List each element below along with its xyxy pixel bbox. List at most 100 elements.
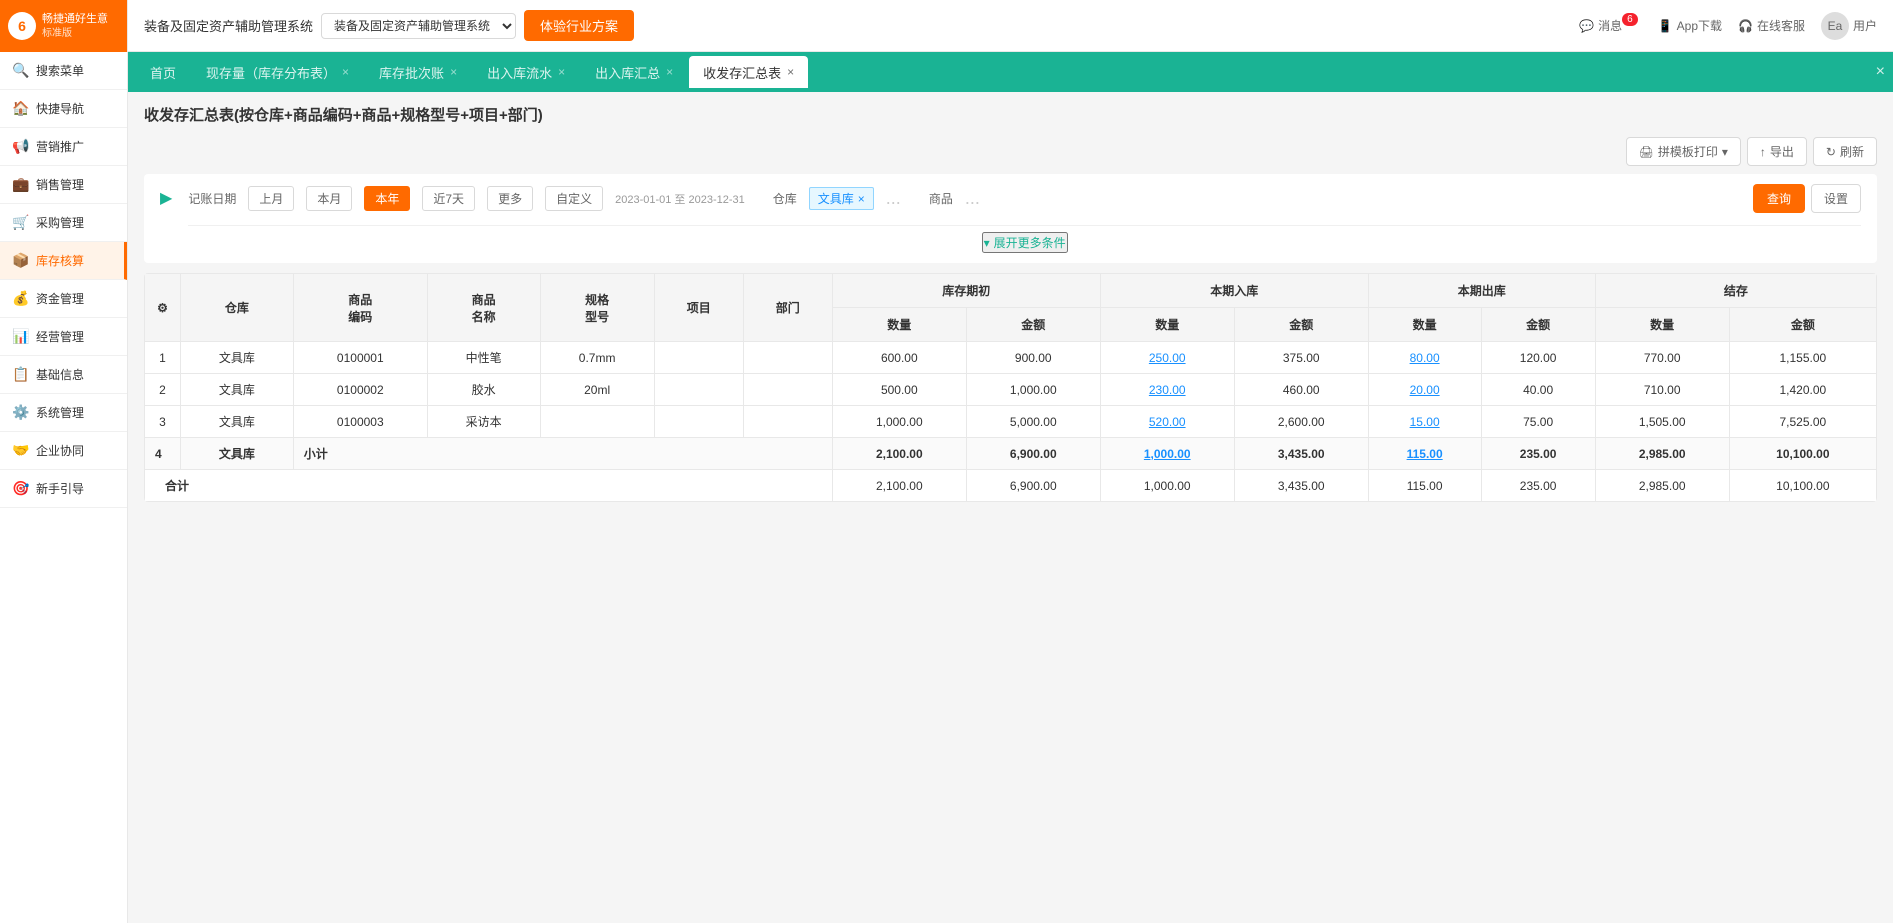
row-open-amt: 1,000.00	[966, 374, 1100, 406]
tab-inout-flow[interactable]: 出入库流水 ×	[473, 56, 579, 88]
row-open-amt: 5,000.00	[966, 406, 1100, 438]
date-btn-更多[interactable]: 更多	[487, 186, 533, 211]
refresh-button[interactable]: ↻ 刷新	[1813, 137, 1877, 166]
row-out-qty[interactable]: 80.00	[1368, 342, 1481, 374]
print-button[interactable]: 🖨 拼模板打印 ▾	[1626, 137, 1741, 166]
tab-close-icon[interactable]: ×	[450, 65, 457, 79]
sub-warehouse: 文具库	[181, 438, 294, 470]
date-btn-自定义[interactable]: 自定义	[545, 186, 603, 211]
tab-batch[interactable]: 库存批次账×	[365, 56, 471, 88]
online-service-item[interactable]: 🎧 在线客服	[1738, 17, 1805, 34]
total-open-amt: 6,900.00	[966, 470, 1100, 502]
total-out-amt: 235.00	[1481, 470, 1595, 502]
user-label: 用户	[1853, 17, 1877, 34]
sidebar-item-basic[interactable]: 📋基础信息	[0, 356, 127, 394]
close-all-tabs-button[interactable]: ×	[1876, 63, 1885, 81]
goods-dots[interactable]: ...	[965, 188, 980, 209]
search-icon: 🔍	[12, 62, 28, 79]
row-bal-amt: 7,525.00	[1729, 406, 1876, 438]
sidebar-item-finance[interactable]: 💰资金管理	[0, 280, 127, 318]
th-out: 本期出库	[1368, 274, 1595, 308]
warehouse-dots[interactable]: ...	[886, 188, 901, 209]
business-icon: 📊	[12, 328, 28, 345]
row-num: 1	[145, 342, 181, 374]
total-in-amt: 3,435.00	[1234, 470, 1368, 502]
system-select[interactable]: 装备及固定资产辅助管理系统	[321, 13, 516, 39]
row-out-qty[interactable]: 20.00	[1368, 374, 1481, 406]
row-bal-qty: 710.00	[1595, 374, 1729, 406]
message-item[interactable]: 💬 消息 6	[1579, 17, 1642, 34]
date-btn-上月[interactable]: 上月	[248, 186, 294, 211]
tab-send-recv[interactable]: 收发存汇总表×	[689, 56, 808, 88]
row-bal-amt: 1,155.00	[1729, 342, 1876, 374]
system-icon: ⚙️	[12, 404, 28, 421]
row-in-qty[interactable]: 230.00	[1100, 374, 1234, 406]
user-item[interactable]: Ea 用户	[1821, 12, 1877, 40]
chevron-down-icon: ▾	[1722, 145, 1728, 159]
message-badge: 6	[1622, 13, 1638, 26]
tab-close-icon[interactable]: ×	[342, 65, 349, 79]
sidebar-item-business[interactable]: 📊经营管理	[0, 318, 127, 356]
sidebar-item-label: 新手引导	[36, 480, 84, 497]
enterprise-icon: 🤝	[12, 442, 28, 459]
sidebar-item-enterprise[interactable]: 🤝企业协同	[0, 432, 127, 470]
sidebar-item-label: 销售管理	[36, 176, 84, 193]
filter-row-1: 记账日期 上月本月本年近7天更多自定义2023-01-01 至 2023-12-…	[188, 184, 1861, 213]
tab-stock-dist[interactable]: 现存量（库存分布表）×	[192, 56, 363, 88]
query-button[interactable]: 查询	[1753, 184, 1805, 213]
sub-bal-qty: 2,985.00	[1595, 438, 1729, 470]
table-settings-col[interactable]: ⚙	[145, 274, 181, 342]
sidebar-item-quicknav[interactable]: 🏠快捷导航	[0, 90, 127, 128]
th-name: 商品名称	[427, 274, 540, 342]
row-in-qty[interactable]: 250.00	[1100, 342, 1234, 374]
date-btn-本年[interactable]: 本年	[364, 186, 410, 211]
row-bal-amt: 1,420.00	[1729, 374, 1876, 406]
row-in-amt: 375.00	[1234, 342, 1368, 374]
row-out-qty[interactable]: 15.00	[1368, 406, 1481, 438]
sidebar-item-marketing[interactable]: 📢营销推广	[0, 128, 127, 166]
row-open-amt: 900.00	[966, 342, 1100, 374]
trial-button[interactable]: 体验行业方案	[524, 10, 634, 41]
row-in-qty[interactable]: 520.00	[1100, 406, 1234, 438]
sub-in-qty[interactable]: 1,000.00	[1100, 438, 1234, 470]
sidebar-item-purchase[interactable]: 🛒采购管理	[0, 204, 127, 242]
sidebar-item-newbie[interactable]: 🎯新手引导	[0, 470, 127, 508]
tab-inout-summary[interactable]: 出入库汇总 ×	[581, 56, 687, 88]
sidebar-title-block: 畅捷通好生意 标准版	[42, 12, 108, 39]
row-project	[654, 342, 743, 374]
th-out-qty: 数量	[1368, 308, 1481, 342]
data-table-container: ⚙ 仓库 商品编码 商品名称 规格型号 项目 部门 库存期初 本期入库 本期出库…	[144, 273, 1877, 502]
sidebar-item-search[interactable]: 🔍搜索菜单	[0, 52, 127, 90]
expand-button[interactable]: ▾ 展开更多条件	[982, 232, 1068, 253]
settings-button[interactable]: 设置	[1811, 184, 1861, 213]
th-open-qty: 数量	[832, 308, 966, 342]
warehouse-tag-close[interactable]: ×	[858, 192, 865, 206]
filter-collapse-btn[interactable]: ▶	[160, 188, 172, 208]
export-icon: ↑	[1760, 145, 1766, 159]
tab-close-icon[interactable]: ×	[787, 65, 794, 79]
tab-close-icon[interactable]: ×	[558, 65, 565, 79]
th-warehouse: 仓库	[181, 274, 294, 342]
sidebar-item-inventory[interactable]: 📦库存核算	[0, 242, 127, 280]
row-out-amt: 120.00	[1481, 342, 1595, 374]
sidebar-logo: 6	[8, 12, 36, 40]
row-warehouse: 文具库	[181, 374, 294, 406]
sales-icon: 💼	[12, 176, 28, 193]
sub-out-qty[interactable]: 115.00	[1368, 438, 1481, 470]
date-btn-本月[interactable]: 本月	[306, 186, 352, 211]
topbar: 装备及固定资产辅助管理系统 装备及固定资产辅助管理系统 体验行业方案 💬 消息 …	[128, 0, 1893, 52]
tab-close-icon[interactable]: ×	[666, 65, 673, 79]
tab-home[interactable]: 首页	[136, 56, 190, 88]
date-range: 2023-01-01 至 2023-12-31	[615, 191, 745, 207]
date-btn-近7天[interactable]: 近7天	[422, 186, 475, 211]
sidebar-item-system[interactable]: ⚙️系统管理	[0, 394, 127, 432]
sidebar-item-sales[interactable]: 💼 销售管理	[0, 166, 127, 204]
phone-icon: 📱	[1658, 19, 1673, 33]
total-in-qty: 1,000.00	[1100, 470, 1234, 502]
tab-label: 出入库汇总	[595, 63, 660, 82]
tab-label: 出入库流水	[487, 63, 552, 82]
row-name: 胶水	[427, 374, 540, 406]
app-download-item[interactable]: 📱 App下载	[1658, 17, 1722, 34]
export-button[interactable]: ↑ 导出	[1747, 137, 1807, 166]
total-out-qty: 115.00	[1368, 470, 1481, 502]
